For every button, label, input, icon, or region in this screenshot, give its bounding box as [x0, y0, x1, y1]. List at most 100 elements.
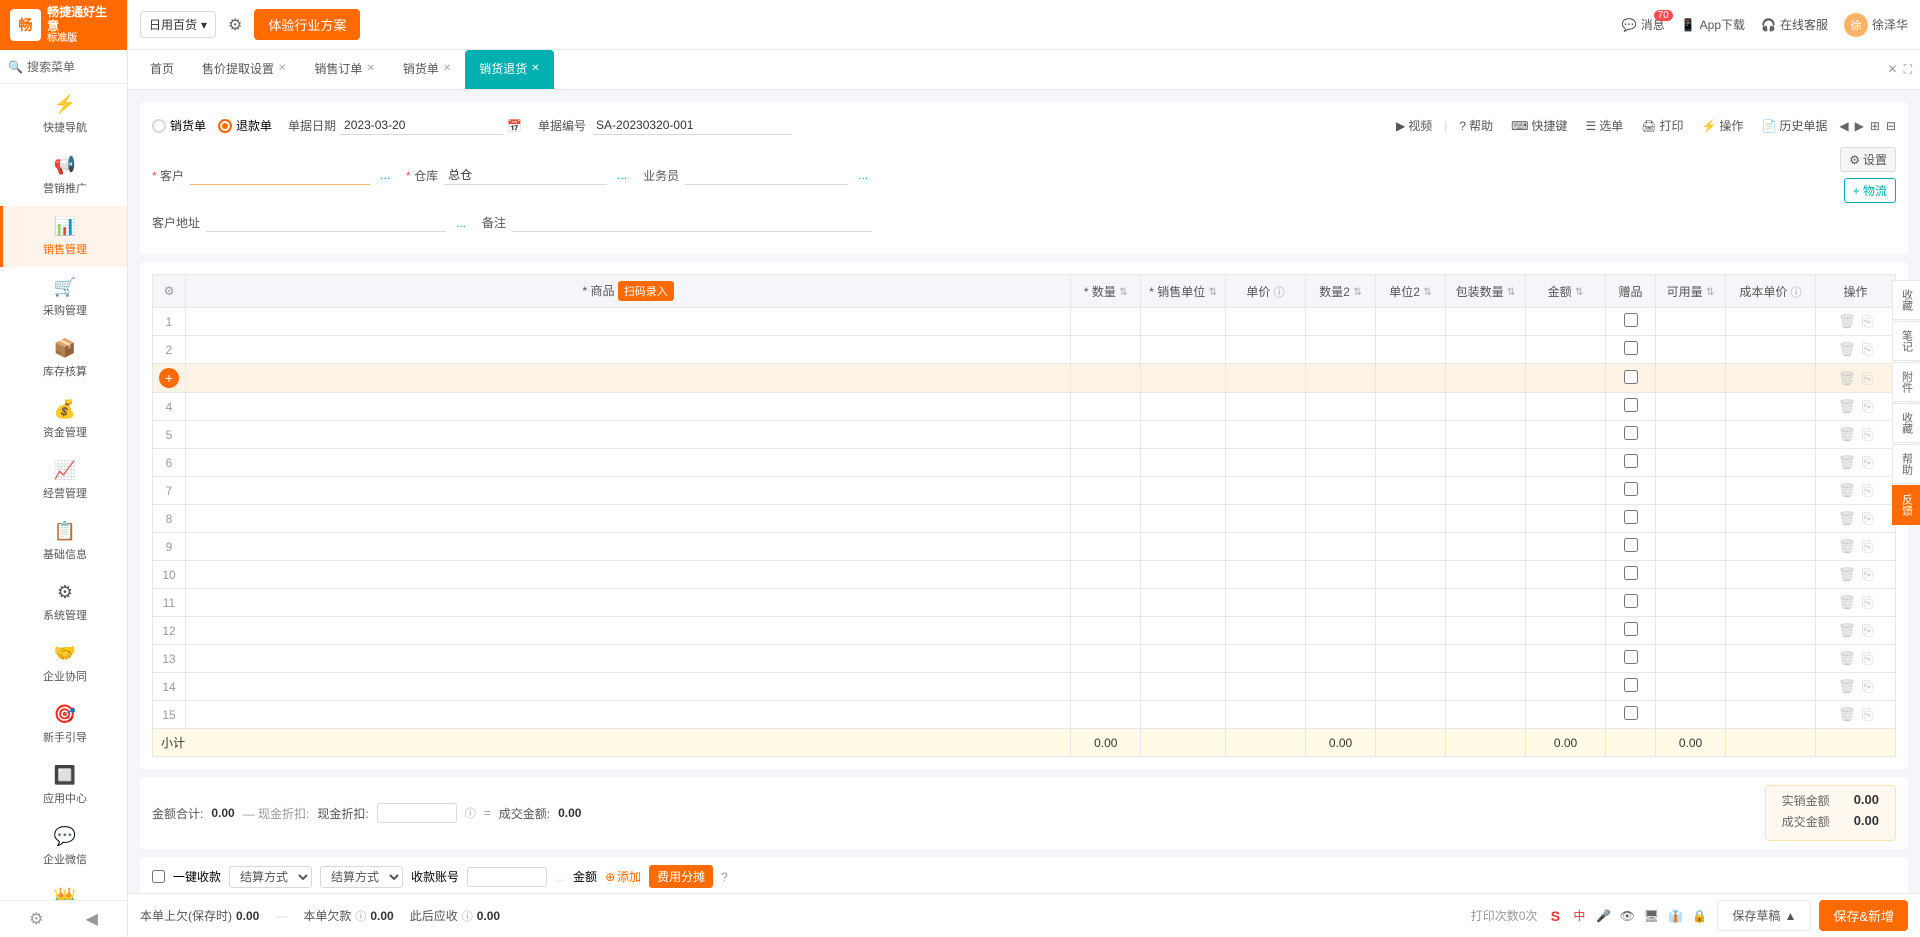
calendar-icon[interactable]: 📅	[507, 119, 522, 133]
delete-row-btn[interactable]: 🗑	[1835, 313, 1859, 329]
settings-bottom-btn[interactable]: ⚙	[29, 909, 43, 929]
sidebar-item-inventory[interactable]: 📦 库存核算	[0, 328, 127, 389]
save-draft-btn[interactable]: 保存草稿 ▲	[1717, 900, 1811, 931]
sidebar-search[interactable]: 🔍 搜索菜单	[0, 50, 127, 84]
sidebar-item-guide[interactable]: 🎯 新手引导	[0, 694, 127, 755]
qty-sort-icon[interactable]: ⇅	[1119, 287, 1127, 298]
delete-row-btn[interactable]: 🗑	[1835, 566, 1859, 582]
date-input[interactable]	[340, 116, 503, 135]
history-btn[interactable]: 📄 历史单据	[1755, 114, 1833, 137]
fee-split-btn[interactable]: 费用分摊	[649, 865, 713, 888]
tab-close-sales[interactable]: ✕	[443, 63, 451, 74]
gift-checkbox[interactable]	[1624, 538, 1638, 552]
account-select[interactable]: 结算方式	[320, 866, 403, 888]
gift-checkbox[interactable]	[1624, 650, 1638, 664]
right-action-2[interactable]: 笔记	[1892, 321, 1920, 361]
gift-checkbox[interactable]	[1624, 454, 1638, 468]
sidebar-item-wechat[interactable]: 💬 企业微信	[0, 816, 127, 877]
gift-checkbox[interactable]	[1624, 706, 1638, 720]
gift-checkbox[interactable]	[1624, 594, 1638, 608]
warehouse-input[interactable]	[444, 166, 607, 185]
nav-selector[interactable]: 日用百货 ▾	[140, 11, 216, 38]
settings-btn[interactable]: ⚙ 设置	[1840, 147, 1896, 172]
prev-record-icon[interactable]: ◀	[1839, 119, 1848, 133]
sidebar-item-apps[interactable]: 🔲 应用中心	[0, 755, 127, 816]
avail-sort-icon[interactable]: ⇅	[1706, 287, 1714, 298]
pack-sort-icon[interactable]: ⇅	[1507, 287, 1515, 298]
list-view-icon[interactable]: ⊞	[1870, 119, 1880, 133]
qty2-sort-icon[interactable]: ⇅	[1353, 287, 1361, 298]
sidebar-item-marketing[interactable]: 📢 营销推广	[0, 145, 127, 206]
lock-icon[interactable]: 🔒	[1689, 906, 1709, 926]
staff-select-btn[interactable]: ...	[858, 168, 868, 182]
fee-help-icon[interactable]: ?	[721, 870, 728, 884]
topbar-setting-icon[interactable]: ⚙	[224, 11, 246, 39]
copy-row-btn[interactable]: ⎘	[1859, 482, 1876, 498]
right-action-4[interactable]: 收藏	[1892, 403, 1920, 443]
gift-checkbox[interactable]	[1624, 398, 1638, 412]
copy-row-btn[interactable]: ⎘	[1859, 370, 1876, 386]
s-icon[interactable]: S	[1545, 906, 1565, 926]
tab-price-extract[interactable]: 售价提取设置 ✕	[188, 50, 300, 89]
copy-row-btn[interactable]: ⎘	[1859, 510, 1876, 526]
receivable-info-icon[interactable]: ⓘ	[462, 908, 473, 924]
one-key-checkbox[interactable]	[152, 870, 165, 883]
copy-row-btn[interactable]: ⎘	[1859, 622, 1876, 638]
discount-input[interactable]	[377, 803, 457, 823]
warehouse-select-btn[interactable]: ...	[617, 168, 627, 182]
add-row-btn[interactable]: +	[159, 368, 179, 388]
gift-checkbox[interactable]	[1624, 426, 1638, 440]
shortcut-btn[interactable]: ⌨ 快捷键	[1505, 114, 1573, 137]
gift-checkbox[interactable]	[1624, 622, 1638, 636]
customer-select-btn[interactable]: ...	[380, 168, 390, 182]
cost-info-icon[interactable]: ⓘ	[1791, 287, 1802, 299]
delete-row-btn[interactable]: 🗑	[1835, 426, 1859, 442]
account-input[interactable]	[467, 867, 547, 887]
number-input[interactable]	[592, 116, 792, 135]
delete-row-btn[interactable]: 🗑	[1835, 454, 1859, 470]
expand-tab-icon[interactable]: ⛶	[1904, 62, 1912, 77]
gift-checkbox[interactable]	[1624, 510, 1638, 524]
delete-row-btn[interactable]: 🗑	[1835, 341, 1859, 357]
delete-row-btn[interactable]: 🗑	[1835, 398, 1859, 414]
select-btn[interactable]: ☰ 选单	[1579, 114, 1629, 137]
delete-row-btn[interactable]: 🗑	[1835, 370, 1859, 386]
person-icon[interactable]: 👔	[1665, 906, 1685, 926]
gift-checkbox[interactable]	[1624, 482, 1638, 496]
message-btn[interactable]: 💬 消息 70	[1622, 16, 1665, 33]
delete-row-btn[interactable]: 🗑	[1835, 622, 1859, 638]
online-service-btn[interactable]: 🎧 在线客服	[1761, 16, 1828, 33]
copy-row-btn[interactable]: ⎘	[1859, 341, 1876, 357]
radio-sales[interactable]: 销货单	[152, 117, 206, 134]
account-select-dots[interactable]: ...	[555, 870, 565, 884]
operation-btn[interactable]: ⚡ 操作	[1695, 114, 1749, 137]
video-btn[interactable]: ▶ 视频	[1390, 114, 1438, 137]
copy-row-btn[interactable]: ⎘	[1859, 566, 1876, 582]
user-menu[interactable]: 徐 徐泽华	[1844, 13, 1908, 37]
gift-checkbox[interactable]	[1624, 370, 1638, 384]
copy-row-btn[interactable]: ⎘	[1859, 650, 1876, 666]
sidebar-item-purchase[interactable]: 🛒 采购管理	[0, 267, 127, 328]
app-download-btn[interactable]: 📱 App下载	[1681, 16, 1745, 33]
logistics-btn[interactable]: + 物流	[1844, 178, 1896, 203]
tab-home[interactable]: 首页	[136, 50, 188, 89]
tab-sales-order[interactable]: 销售订单 ✕	[300, 50, 388, 89]
sidebar-item-basics[interactable]: 📋 基础信息	[0, 511, 127, 572]
right-action-3[interactable]: 附件	[1892, 362, 1920, 402]
price-info-icon[interactable]: ⓘ	[1274, 287, 1285, 299]
tab-sales-return[interactable]: 销货退货 ✕	[465, 50, 553, 89]
gift-checkbox[interactable]	[1624, 566, 1638, 580]
copy-row-btn[interactable]: ⎘	[1859, 538, 1876, 554]
delete-row-btn[interactable]: 🗑	[1835, 706, 1859, 722]
product-input[interactable]	[192, 371, 1064, 385]
this-order-info-icon[interactable]: ⓘ	[355, 908, 366, 924]
right-action-6[interactable]: 反馈	[1892, 485, 1920, 525]
collapse-btn[interactable]: ◀	[86, 909, 98, 929]
grid-view-icon[interactable]: ⊟	[1886, 119, 1896, 133]
gift-checkbox[interactable]	[1624, 313, 1638, 327]
copy-row-btn[interactable]: ⎘	[1859, 313, 1876, 329]
unit2-sort-icon[interactable]: ⇅	[1423, 287, 1431, 298]
copy-row-btn[interactable]: ⎘	[1859, 594, 1876, 610]
zhong-icon[interactable]: 中	[1569, 906, 1589, 926]
copy-row-btn[interactable]: ⎘	[1859, 426, 1876, 442]
